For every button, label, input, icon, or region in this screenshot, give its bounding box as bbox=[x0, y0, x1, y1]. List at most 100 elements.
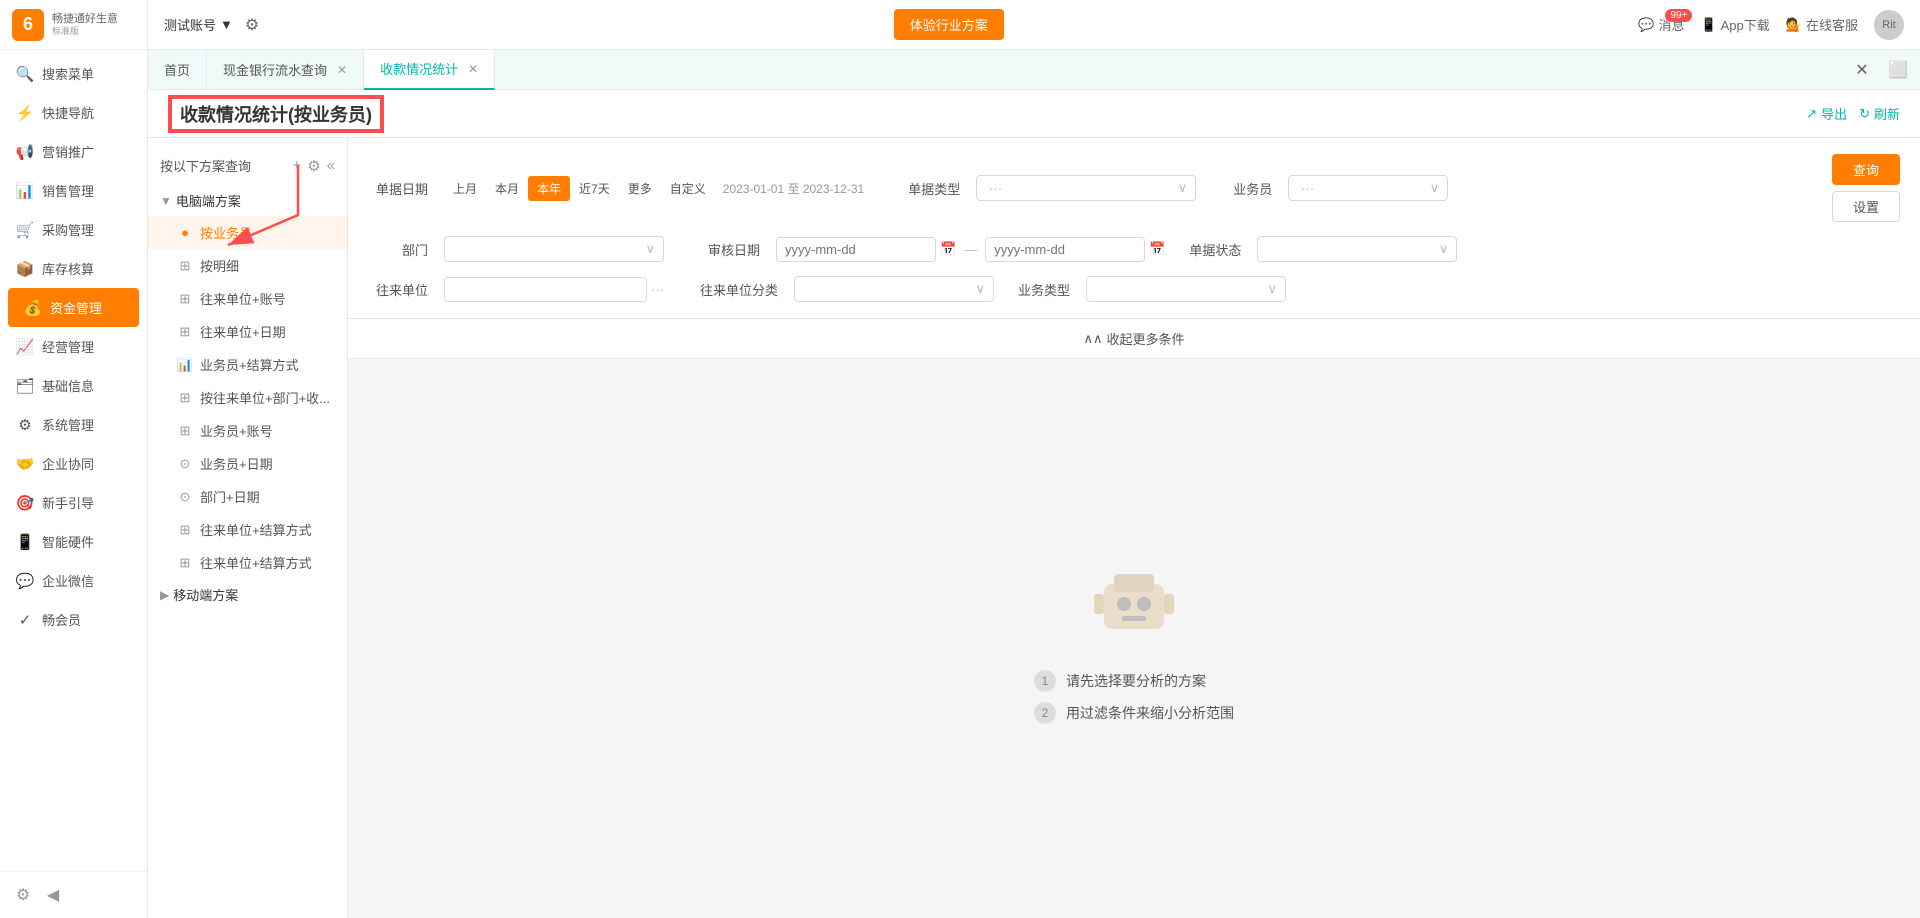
right-panel: 单据日期 上月 本月 本年 近7天 更多 自定义 2023-01-01 至 20… bbox=[348, 138, 1920, 918]
settings-bottom-icon[interactable]: ⚙ bbox=[8, 880, 38, 910]
maximize-btn[interactable]: ⬜ bbox=[1884, 56, 1912, 84]
sidebar-label-finance: 资金管理 bbox=[50, 298, 102, 317]
date-shortcut-this-month[interactable]: 本月 bbox=[486, 176, 528, 201]
tree-item-partner-settle1[interactable]: ⊞ 往来单位+结算方式 bbox=[148, 513, 347, 546]
tabs-actions: ✕ ⬜ bbox=[1848, 56, 1920, 84]
audit-date-start-input[interactable] bbox=[776, 237, 936, 262]
tab-collection[interactable]: 收款情况统计 ✕ bbox=[364, 50, 495, 90]
tree-group-mobile-header[interactable]: ▶ 移动端方案 bbox=[148, 579, 347, 610]
main-content: 测试账号 ▼ ⚙ 体验行业方案 💬 消息 99+ 📱 App下载 💁 bbox=[148, 0, 1920, 918]
audit-date-end-input[interactable] bbox=[985, 237, 1145, 262]
settings-btn[interactable]: 设置 bbox=[1832, 191, 1900, 222]
tree-item-icon-partner-dept: ⊞ bbox=[176, 389, 194, 407]
date-shortcut-7days[interactable]: 近7天 bbox=[570, 176, 619, 201]
partner-category-select[interactable]: ∨ bbox=[794, 276, 994, 302]
filter-row-3: 往来单位 ··· 往来单位分类 ∨ 业务类型 ∨ bbox=[368, 276, 1900, 302]
tree-group-mobile-label: 移动端方案 bbox=[173, 585, 238, 604]
tab-bank-close-icon[interactable]: ✕ bbox=[337, 63, 347, 77]
doc-type-label: 单据类型 bbox=[900, 179, 960, 198]
sidebar-item-finance[interactable]: 💰 资金管理 bbox=[8, 288, 139, 327]
tree-item-salesperson-account[interactable]: ⊞ 业务员+账号 bbox=[148, 414, 347, 447]
add-scheme-btn[interactable]: + bbox=[292, 157, 301, 174]
sidebar-logo: 6 畅捷通好生意 标准版 bbox=[0, 0, 147, 50]
tree-item-partner-settle2[interactable]: ⊞ 往来单位+结算方式 bbox=[148, 546, 347, 579]
biz-type-select[interactable]: ∨ bbox=[1086, 276, 1286, 302]
date-shortcut-this-year[interactable]: 本年 bbox=[528, 176, 570, 201]
salesperson-more-btn[interactable]: ··· bbox=[1301, 181, 1314, 196]
empty-steps: 1 请先选择要分析的方案 2 用过滤条件来缩小分析范围 bbox=[1034, 670, 1234, 724]
tab-collection-close-icon[interactable]: ✕ bbox=[468, 62, 478, 76]
partner-input[interactable] bbox=[444, 277, 647, 302]
sidebar-item-wechat[interactable]: 💬 企业微信 bbox=[0, 561, 147, 600]
doc-status-select[interactable]: ∨ bbox=[1257, 236, 1457, 262]
sidebar-icon-finance: 💰 bbox=[24, 299, 42, 317]
date-range-display: 2023-01-01 至 2023-12-31 bbox=[723, 180, 864, 197]
trial-btn[interactable]: 体验行业方案 bbox=[894, 9, 1004, 40]
sidebar-item-basic[interactable]: 🗂 基础信息 bbox=[0, 366, 147, 405]
sidebar-item-member[interactable]: ✓ 畅会员 bbox=[0, 600, 147, 639]
tree-item-dept-date[interactable]: ⊙ 部门+日期 bbox=[148, 480, 347, 513]
tree-section: ▼ 电脑端方案 ● 按业务员 ⊞ 按明细 ⊞ 往 bbox=[148, 185, 347, 610]
tree-item-by-salesperson[interactable]: ● 按业务员 bbox=[148, 216, 347, 249]
online-service-btn[interactable]: 💁 在线客服 bbox=[1786, 15, 1858, 34]
sidebar-item-search[interactable]: 🔍 搜索菜单 bbox=[0, 54, 147, 93]
sidebar-item-inventory[interactable]: 📦 库存核算 bbox=[0, 249, 147, 288]
tree-item-label-partner-account: 往来单位+账号 bbox=[200, 289, 286, 308]
tree-item-label-salesperson-date: 业务员+日期 bbox=[200, 454, 273, 473]
user-avatar[interactable]: Rit bbox=[1874, 10, 1904, 40]
app-download-btn[interactable]: 📱 App下载 bbox=[1700, 15, 1769, 34]
tree-item-partner-dept-collect[interactable]: ⊞ 按往来单位+部门+收... bbox=[148, 381, 347, 414]
tab-bank[interactable]: 现金银行流水查询 ✕ bbox=[207, 50, 364, 90]
page-header: 收款情况统计(按业务员) ↗ 导出 ↻ 刷新 bbox=[148, 90, 1920, 138]
tree-item-salesperson-date[interactable]: ⊙ 业务员+日期 bbox=[148, 447, 347, 480]
sidebar-label-quicknav: 快捷导航 bbox=[42, 103, 94, 122]
salesperson-select[interactable]: ··· ∨ bbox=[1288, 175, 1448, 201]
sidebar-item-marketing[interactable]: 📢 营销推广 bbox=[0, 132, 147, 171]
sidebar-item-operation[interactable]: 📈 经营管理 bbox=[0, 327, 147, 366]
tree-group-desktop-header[interactable]: ▼ 电脑端方案 bbox=[148, 185, 347, 216]
filter-actions: 查询 设置 bbox=[1832, 154, 1900, 222]
refresh-btn[interactable]: ↻ 刷新 bbox=[1859, 104, 1900, 123]
sidebar-item-guide[interactable]: 🎯 新手引导 bbox=[0, 483, 147, 522]
tree-item-partner-date[interactable]: ⊞ 往来单位+日期 bbox=[148, 315, 347, 348]
doc-type-select[interactable]: ··· ∨ bbox=[976, 175, 1196, 201]
tree-item-partner-account[interactable]: ⊞ 往来单位+账号 bbox=[148, 282, 347, 315]
sidebar-icon-guide: 🎯 bbox=[16, 494, 34, 512]
tree-item-salesperson-settle[interactable]: 📊 业务员+结算方式 bbox=[148, 348, 347, 381]
export-btn[interactable]: ↗ 导出 bbox=[1806, 104, 1847, 123]
collapse-sidebar-btn[interactable]: ◀ bbox=[38, 880, 68, 910]
header-gear-icon[interactable]: ⚙ bbox=[245, 15, 259, 35]
date-shortcut-custom[interactable]: 自定义 bbox=[661, 176, 715, 201]
calendar-icon-start[interactable]: 📅 bbox=[940, 241, 956, 257]
sidebar-nav: 🔍 搜索菜单 ⚡ 快捷导航 📢 营销推广 📊 销售管理 🛒 采购管理 📦 库存核… bbox=[0, 50, 147, 871]
sidebar-label-hardware: 智能硬件 bbox=[42, 532, 94, 551]
tree-item-label-partner-date: 往来单位+日期 bbox=[200, 322, 286, 341]
messages-btn[interactable]: 💬 消息 99+ bbox=[1638, 15, 1684, 34]
sidebar-item-purchase[interactable]: 🛒 采购管理 bbox=[0, 210, 147, 249]
tree-item-icon-partner-date: ⊞ bbox=[176, 323, 194, 341]
tree-item-label-salesperson-settle: 业务员+结算方式 bbox=[200, 355, 299, 374]
date-shortcut-more[interactable]: 更多 bbox=[619, 176, 661, 201]
scheme-settings-icon[interactable]: ⚙ bbox=[307, 157, 320, 175]
tree-item-by-detail[interactable]: ⊞ 按明细 bbox=[148, 249, 347, 282]
tab-home[interactable]: 首页 bbox=[148, 50, 207, 90]
sidebar-item-enterprise[interactable]: 🤝 企业协同 bbox=[0, 444, 147, 483]
sidebar-icon-enterprise: 🤝 bbox=[16, 455, 34, 473]
doc-type-more-btn[interactable]: ··· bbox=[989, 181, 1002, 196]
export-icon: ↗ bbox=[1806, 106, 1817, 122]
collapse-panel-btn[interactable]: « bbox=[327, 157, 335, 174]
calendar-icon-end[interactable]: 📅 bbox=[1149, 241, 1165, 257]
partner-more-btn[interactable]: ··· bbox=[651, 282, 664, 297]
collapse-conditions-btn[interactable]: ∧∧ 收起更多条件 bbox=[1083, 329, 1184, 348]
dept-select[interactable]: ∨ bbox=[444, 236, 664, 262]
date-shortcut-last-month[interactable]: 上月 bbox=[444, 176, 486, 201]
query-btn[interactable]: 查询 bbox=[1832, 154, 1900, 185]
user-dropdown[interactable]: 测试账号 ▼ bbox=[164, 15, 233, 34]
sidebar-item-sales[interactable]: 📊 销售管理 bbox=[0, 171, 147, 210]
sidebar-item-system[interactable]: ⚙ 系统管理 bbox=[0, 405, 147, 444]
sidebar-item-hardware[interactable]: 📱 智能硬件 bbox=[0, 522, 147, 561]
sidebar-item-quicknav[interactable]: ⚡ 快捷导航 bbox=[0, 93, 147, 132]
sidebar-icon-marketing: 📢 bbox=[16, 143, 34, 161]
close-all-tabs-btn[interactable]: ✕ bbox=[1848, 56, 1876, 84]
content-area: 按以下方案查询 + ⚙ « bbox=[148, 138, 1920, 918]
